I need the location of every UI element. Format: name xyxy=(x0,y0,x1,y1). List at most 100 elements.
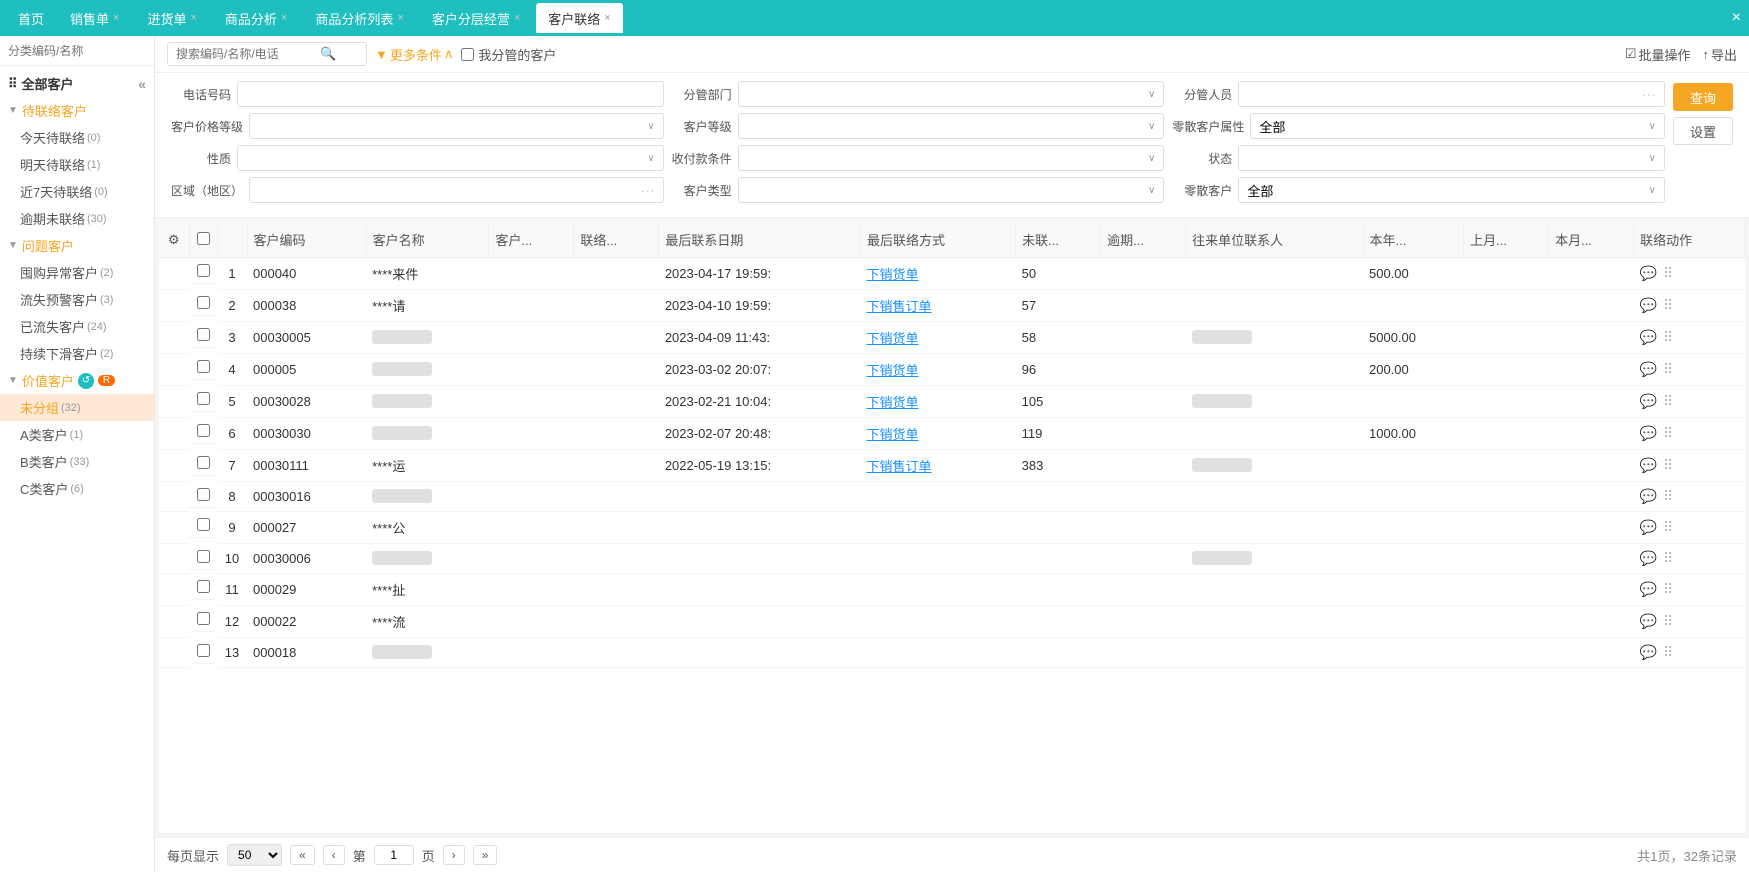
grid-action-icon[interactable]: ⠿ xyxy=(1663,488,1673,505)
region-select[interactable]: ··· xyxy=(249,177,664,203)
grid-action-icon[interactable]: ⠿ xyxy=(1663,644,1673,661)
group-pending[interactable]: ▼ 待联络客户 xyxy=(0,97,154,124)
grid-action-icon[interactable]: ⠿ xyxy=(1663,613,1673,630)
row-checkbox[interactable] xyxy=(197,644,210,657)
sidebar-item-declining[interactable]: 持续下滑客户 (2) xyxy=(0,340,154,367)
message-icon[interactable]: 💬 xyxy=(1640,425,1657,442)
th-last-method[interactable]: 最后联络方式 xyxy=(860,222,1015,258)
row-checkbox[interactable] xyxy=(197,612,210,625)
message-icon[interactable]: 💬 xyxy=(1640,297,1657,314)
sidebar-item-class-a[interactable]: A类客户 (1) xyxy=(0,421,154,448)
row-last-method[interactable]: 下销货单 xyxy=(860,386,1015,418)
my-customers-checkbox[interactable]: 我分管的客户 xyxy=(461,45,556,64)
message-icon[interactable]: 💬 xyxy=(1640,550,1657,567)
search-icon[interactable]: 🔍 xyxy=(320,46,336,62)
grid-action-icon[interactable]: ⠿ xyxy=(1663,265,1673,282)
grid-action-icon[interactable]: ⠿ xyxy=(1663,550,1673,567)
payment-select[interactable]: ∨ xyxy=(738,145,1165,171)
close-tab-analysis-list[interactable]: × xyxy=(397,12,403,24)
per-page-select[interactable]: 50 100 200 xyxy=(227,844,282,866)
message-icon[interactable]: 💬 xyxy=(1640,488,1657,505)
my-customers-check[interactable] xyxy=(461,48,474,61)
th-overdue[interactable]: 逾期... xyxy=(1101,222,1186,258)
row-checkbox[interactable] xyxy=(197,580,210,593)
row-last-method[interactable] xyxy=(860,638,1015,668)
row-checkbox[interactable] xyxy=(197,550,210,563)
search-input[interactable] xyxy=(176,47,316,61)
scatter-cust-select[interactable]: 全部 ∨ xyxy=(1238,177,1665,203)
cust-type-select[interactable]: ∨ xyxy=(738,177,1165,203)
group-problem[interactable]: ▼ 问题客户 xyxy=(0,232,154,259)
message-icon[interactable]: 💬 xyxy=(1640,581,1657,598)
grid-action-icon[interactable]: ⠿ xyxy=(1663,457,1673,474)
row-last-method[interactable]: 下销售订单 xyxy=(860,450,1015,482)
price-grade-select[interactable]: ∨ xyxy=(249,113,664,139)
cust-grade-select[interactable]: ∨ xyxy=(738,113,1165,139)
th-check[interactable] xyxy=(189,222,217,258)
th-type[interactable]: 客户... xyxy=(489,222,574,258)
row-last-method[interactable]: 下销货单 xyxy=(860,258,1015,290)
region-more-dots[interactable]: ··· xyxy=(641,182,655,198)
row-checkbox[interactable] xyxy=(197,424,210,437)
tab-analysis-list[interactable]: 商品分析列表 × xyxy=(303,3,415,33)
sidebar-item-abnormal[interactable]: 囤购异常客户 (2) xyxy=(0,259,154,286)
prev-page-btn[interactable]: ‹ xyxy=(323,845,345,865)
row-checkbox[interactable] xyxy=(197,360,210,373)
close-tab-purchase[interactable]: × xyxy=(190,12,196,24)
message-icon[interactable]: 💬 xyxy=(1640,644,1657,661)
th-name[interactable]: 客户名称 xyxy=(366,222,489,258)
tab-contact[interactable]: 客户联络 × xyxy=(536,3,622,33)
th-this-year[interactable]: 本年... xyxy=(1363,222,1464,258)
th-contact[interactable]: 联络... xyxy=(574,222,659,258)
last-page-btn[interactable]: » xyxy=(473,845,498,865)
nav-home[interactable]: 首页 xyxy=(8,5,54,32)
row-last-method[interactable]: 下销货单 xyxy=(860,322,1015,354)
phone-input[interactable] xyxy=(237,81,664,107)
th-code[interactable]: 客户编码 xyxy=(247,222,366,258)
row-last-method[interactable]: 下销货单 xyxy=(860,418,1015,450)
row-last-method[interactable]: 下销货单 xyxy=(860,354,1015,386)
row-last-method[interactable] xyxy=(860,606,1015,638)
row-last-method[interactable] xyxy=(860,482,1015,512)
grid-action-icon[interactable]: ⠿ xyxy=(1663,425,1673,442)
row-last-method[interactable] xyxy=(860,574,1015,606)
row-checkbox[interactable] xyxy=(197,488,210,501)
close-tab-contact[interactable]: × xyxy=(604,12,610,24)
sidebar-all-customers-header[interactable]: ⠿ 全部客户 « xyxy=(0,66,154,97)
message-icon[interactable]: 💬 xyxy=(1640,361,1657,378)
th-unit-contact[interactable]: 往来单位联系人 xyxy=(1186,222,1363,258)
message-icon[interactable]: 💬 xyxy=(1640,393,1657,410)
sidebar-search-input[interactable] xyxy=(8,44,155,58)
scatter-attr-select[interactable]: 全部 ∨ xyxy=(1250,113,1665,139)
sidebar-item-class-b[interactable]: B类客户 (33) xyxy=(0,448,154,475)
sidebar-item-7days[interactable]: 近7天待联络 (0) xyxy=(0,178,154,205)
sidebar-item-churn-warning[interactable]: 流失预警客户 (3) xyxy=(0,286,154,313)
tab-sales[interactable]: 销售单 × xyxy=(58,3,131,33)
next-page-btn[interactable]: › xyxy=(443,845,465,865)
th-last-date[interactable]: 最后联系日期 xyxy=(659,222,861,258)
sidebar-item-overdue[interactable]: 逾期未联络 (30) xyxy=(0,205,154,232)
more-conditions-btn[interactable]: ▼ 更多条件 ∧ xyxy=(375,45,453,64)
grid-action-icon[interactable]: ⠿ xyxy=(1663,329,1673,346)
close-tab-sales[interactable]: × xyxy=(113,12,119,24)
refresh-icon[interactable]: ↺ xyxy=(78,373,94,389)
sidebar-item-tomorrow[interactable]: 明天待联络 (1) xyxy=(0,151,154,178)
sidebar-item-ungroup[interactable]: 未分组 (32) xyxy=(0,394,154,421)
tab-analysis[interactable]: 商品分析 × xyxy=(213,3,299,33)
grid-action-icon[interactable]: ⠿ xyxy=(1663,393,1673,410)
export-btn[interactable]: ↑ 导出 xyxy=(1702,45,1737,64)
person-select[interactable]: ··· xyxy=(1238,81,1665,107)
row-checkbox[interactable] xyxy=(197,392,210,405)
message-icon[interactable]: 💬 xyxy=(1640,265,1657,282)
message-icon[interactable]: 💬 xyxy=(1640,457,1657,474)
row-checkbox[interactable] xyxy=(197,264,210,277)
th-not-contacted[interactable]: 未联... xyxy=(1016,222,1101,258)
grid-action-icon[interactable]: ⠿ xyxy=(1663,581,1673,598)
message-icon[interactable]: 💬 xyxy=(1640,329,1657,346)
page-number-input[interactable] xyxy=(374,845,414,865)
window-close[interactable]: × xyxy=(1732,9,1741,27)
sidebar-collapse-icon[interactable]: « xyxy=(138,76,146,92)
query-btn[interactable]: 查询 xyxy=(1673,83,1733,111)
row-last-method[interactable] xyxy=(860,512,1015,544)
sidebar-item-class-c[interactable]: C类客户 (6) xyxy=(0,475,154,502)
